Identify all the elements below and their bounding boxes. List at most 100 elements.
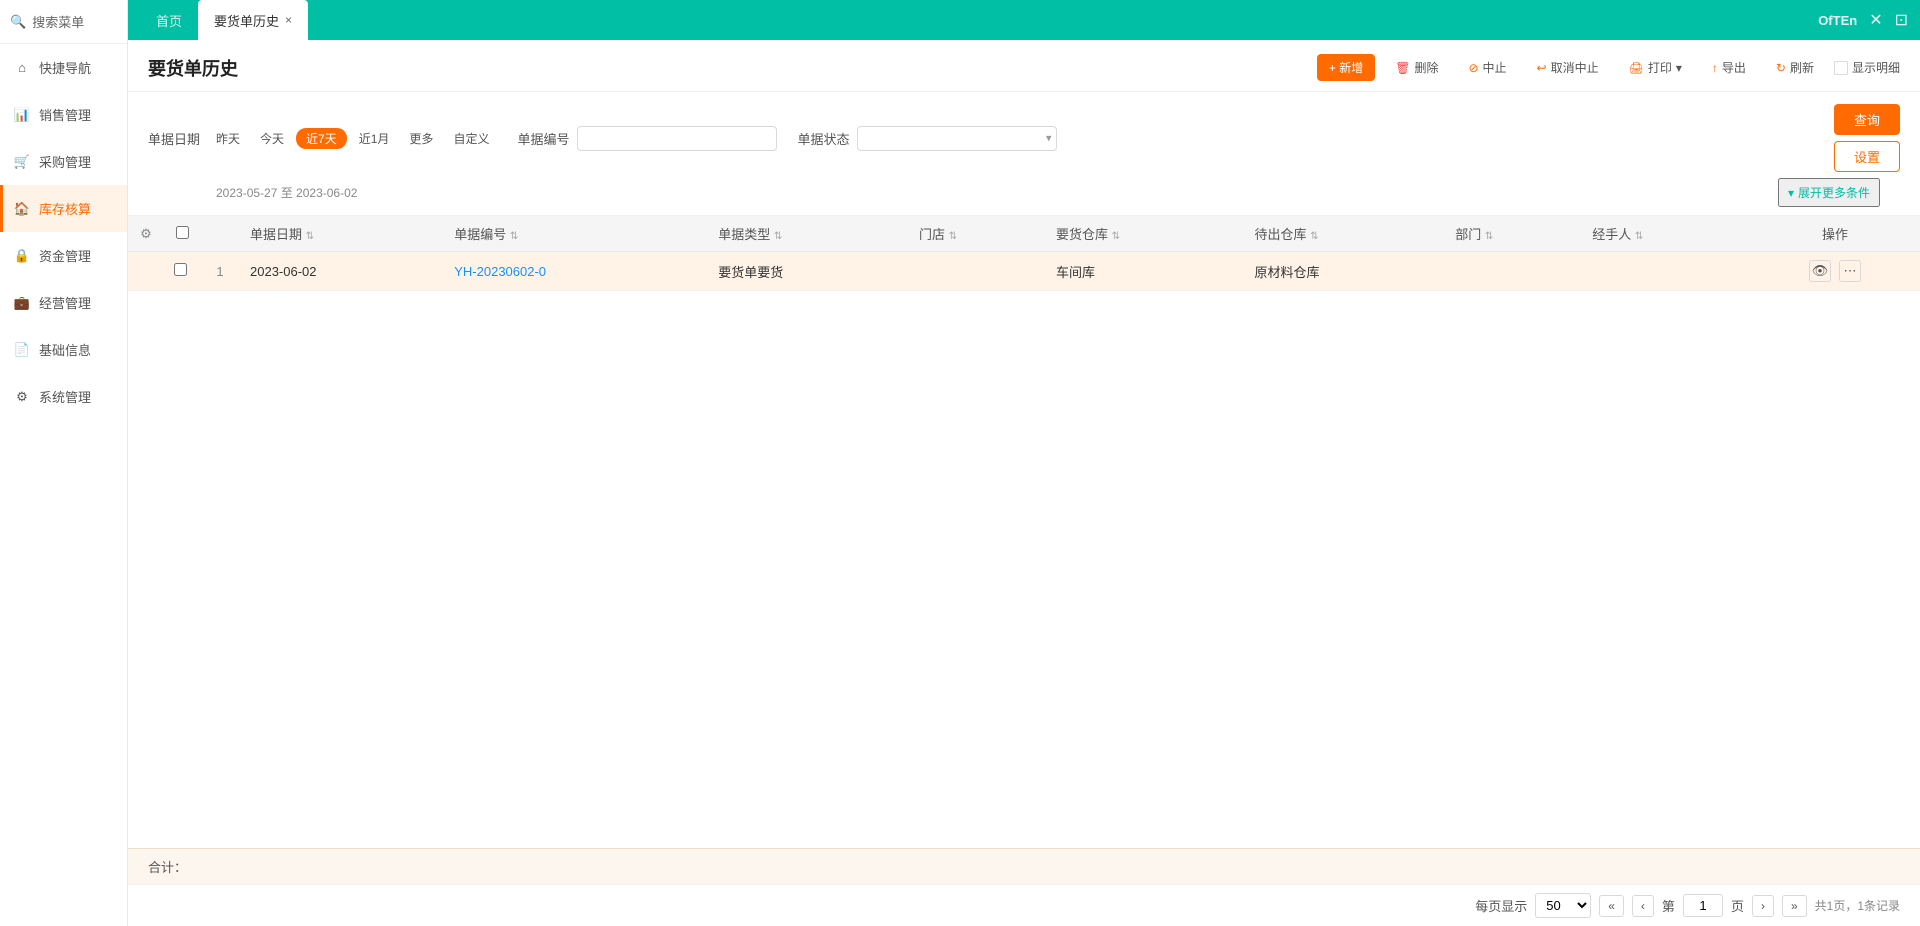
date-last-month-btn[interactable]: 近1月 [351,128,398,149]
briefcase-icon: 💼 [13,294,31,312]
col-handler[interactable]: 经手人 [1582,216,1750,252]
sidebar-item-label: 采购管理 [39,152,91,171]
status-select[interactable] [857,126,1057,151]
warehouse-icon: 🏠 [13,200,31,218]
date-buttons: 昨天 今天 近7天 近1月 更多 自定义 [208,128,497,149]
doc-icon: 📄 [13,341,31,359]
prev-page-btn[interactable]: ‹ [1632,895,1654,917]
page-input[interactable] [1683,894,1723,917]
sidebar-item-purchase[interactable]: 🛒 采购管理 [0,138,127,185]
setting-button[interactable]: 设置 [1834,141,1900,172]
topnav-close-btn[interactable]: ✕ [1869,10,1882,30]
col-number[interactable]: 单据编号 [444,216,708,252]
date-last7days-btn[interactable]: 近7天 [296,128,347,149]
row-view-icon[interactable]: 👁 [1809,260,1831,282]
date-yesterday-btn[interactable]: 昨天 [208,128,248,149]
row-checkbox[interactable] [174,263,187,276]
print-button[interactable]: 🖨 打印 ▾ [1619,54,1692,81]
first-page-btn[interactable]: « [1599,895,1624,917]
sidebar-search-label: 搜索菜单 [32,12,84,31]
print-chevron-icon: ▾ [1676,61,1682,75]
print-icon: 🖨 [1629,61,1644,75]
home-icon: ⌂ [13,59,31,77]
row-date-cell: 2023-06-02 [240,252,444,291]
row-actions-cell: 👁 ⋯ [1750,252,1920,291]
page-title: 要货单历史 [148,55,238,81]
col-store[interactable]: 门店 [909,216,1046,252]
filter-date-item: 单据日期 昨天 今天 近7天 近1月 更多 自定义 [148,128,497,149]
date-today-btn[interactable]: 今天 [252,128,292,149]
sidebar-item-sales[interactable]: 📊 销售管理 [0,91,127,138]
display-cols-toggle[interactable]: 显示明细 [1834,59,1900,76]
page-info: 共1页，1条记录 [1815,897,1900,914]
col-date[interactable]: 单据日期 [240,216,444,252]
page-actions: + 新增 🗑 删除 ⊘ 中止 ↩ 取消中止 🖨 打印 ▾ [1317,54,1900,81]
row-pending-warehouse-cell: 原材料仓库 [1244,252,1445,291]
lock-icon: 🔒 [13,247,31,265]
last-page-btn[interactable]: » [1782,895,1807,917]
tab-requisition-history-label: 要货单历史 [214,11,279,30]
row-more-icon[interactable]: ⋯ [1839,260,1861,282]
brand-label: OfTEn [1818,13,1857,28]
status-label: 单据状态 [797,129,849,148]
sidebar-item-quick-nav[interactable]: ⌂ 快捷导航 [0,44,127,91]
table-footer: 合计： [128,848,1920,884]
delete-button[interactable]: 🗑 删除 [1385,54,1448,81]
sidebar-item-system[interactable]: ⚙ 系统管理 [0,373,127,420]
content-area: 要货单历史 + 新增 🗑 删除 ⊘ 中止 ↩ 取消中止 🖨 打印 [128,40,1920,926]
export-button[interactable]: ↑ 导出 [1702,54,1756,81]
query-button[interactable]: 查询 [1834,104,1900,135]
sidebar-item-operation[interactable]: 💼 经营管理 [0,279,127,326]
row-dept-cell [1445,252,1582,291]
refresh-icon: ↻ [1776,61,1786,75]
main-area: 首页 要货单历史 × OfTEn ✕ ⊡ 要货单历史 + 新增 🗑 删除 ⊘ [128,0,1920,926]
col-pending-warehouse[interactable]: 待出仓库 [1244,216,1445,252]
refresh-button[interactable]: ↻ 刷新 [1766,54,1824,81]
tab-home[interactable]: 首页 [140,0,198,40]
sidebar-item-label: 销售管理 [39,105,91,124]
expand-conditions-btn[interactable]: ▾ 展开更多条件 [1778,178,1880,207]
doc-number-input[interactable] [577,126,777,151]
col-settings: ⚙ [128,216,164,252]
sidebar-item-basic-info[interactable]: 📄 基础信息 [0,326,127,373]
next-page-btn[interactable]: › [1752,895,1774,917]
per-page-select[interactable]: 50 100 200 [1535,893,1591,918]
requisition-table: ⚙ 单据日期 单据编号 单据类型 [128,216,1920,291]
sidebar-item-label: 基础信息 [39,340,91,359]
sidebar-item-label: 资金管理 [39,246,91,265]
select-all-checkbox[interactable] [176,226,189,239]
sidebar-item-finance[interactable]: 🔒 资金管理 [0,232,127,279]
tab-close-icon[interactable]: × [285,13,292,27]
suspend-button[interactable]: ⊘ 中止 [1458,54,1516,81]
date-more-btn[interactable]: 更多 [401,128,441,149]
row-number-cell: YH-20230602-0 [444,252,708,291]
display-cols-checkbox-icon [1834,61,1848,75]
tab-requisition-history[interactable]: 要货单历史 × [198,0,308,40]
col-type[interactable]: 单据类型 [708,216,909,252]
doc-number-label: 单据编号 [517,129,569,148]
filter-area: 单据日期 昨天 今天 近7天 近1月 更多 自定义 单据编号 [128,92,1920,216]
page-label: 第 [1662,896,1675,915]
table-header-row: ⚙ 单据日期 单据编号 单据类型 [128,216,1920,252]
filter-actions-col: 查询 设置 [1834,104,1900,172]
topnav-maximize-btn[interactable]: ⊡ [1895,10,1908,30]
expand-icon: ▾ [1788,186,1794,200]
add-button[interactable]: + 新增 [1317,54,1375,81]
sidebar-search[interactable]: 🔍 搜索菜单 [0,0,127,44]
row-number-link[interactable]: YH-20230602-0 [454,264,546,279]
date-range-display: 2023-05-27 至 2023-06-02 [216,184,357,201]
sidebar-item-label: 系统管理 [39,387,91,406]
filter-row-main: 单据日期 昨天 今天 近7天 近1月 更多 自定义 单据编号 [148,104,1900,172]
row-settings-cell [128,252,164,291]
col-req-warehouse[interactable]: 要货仓库 [1046,216,1244,252]
col-dept[interactable]: 部门 [1445,216,1582,252]
sidebar-item-label: 快捷导航 [39,58,91,77]
date-custom-btn[interactable]: 自定义 [445,128,497,149]
sidebar: 🔍 搜索菜单 ⌂ 快捷导航 📊 销售管理 🛒 采购管理 🏠 库存核算 🔒 资金管… [0,0,128,926]
sidebar-item-inventory[interactable]: 🏠 库存核算 [0,185,127,232]
cancel-suspend-button[interactable]: ↩ 取消中止 [1527,54,1609,81]
tab-home-label: 首页 [156,11,182,30]
settings-gear-icon[interactable]: ⚙ [140,226,152,241]
row-store-cell [909,252,1046,291]
table-row: 1 2023-06-02 YH-20230602-0 要货单要货 [128,252,1920,291]
